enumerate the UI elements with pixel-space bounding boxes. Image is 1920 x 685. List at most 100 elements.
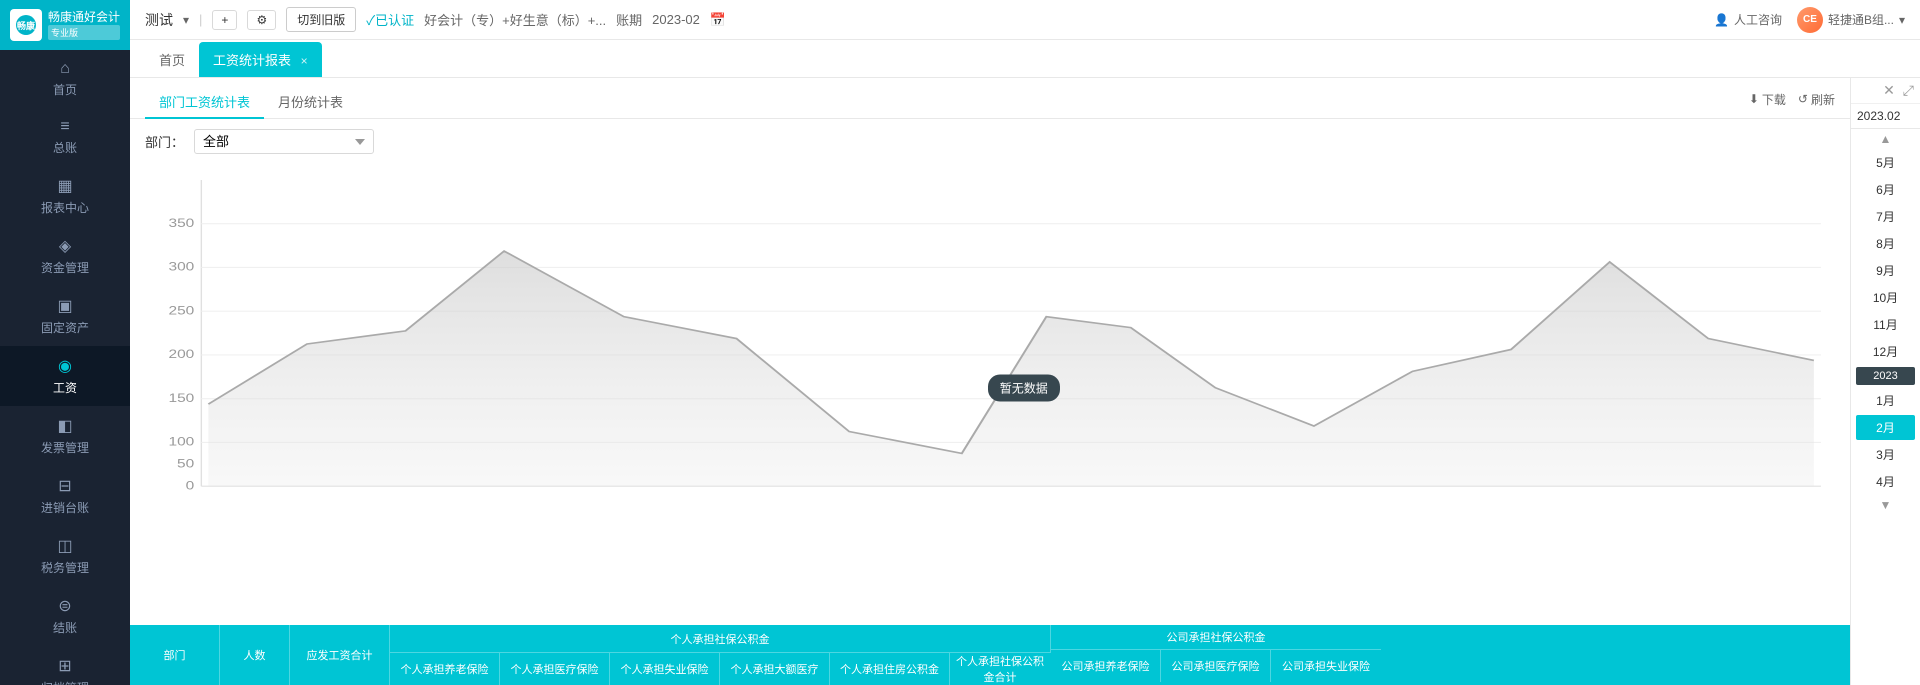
refresh-icon: ↺ [1798,92,1808,106]
content-area: 部门工资统计表 月份统计表 ⬇ 下载 ↺ 刷新 [130,78,1920,685]
invoice-icon: ◧ [57,416,72,436]
th-personal-pension: 个人承担养老保险 [390,653,500,685]
chart-container: 350 300 250 200 150 100 50 0 [145,169,1835,625]
sidebar-item-label: 进销台账 [41,499,89,516]
date-item-10[interactable]: 10月 [1851,284,1920,311]
archive-icon: ⊞ [58,656,71,676]
subtab-monthly[interactable]: 月份统计表 [264,86,357,119]
topbar: 测试 ▾ | + ⚙ 切到旧版 ✓已认证 好会计（专）+好生意（标）+... 账… [130,0,1920,40]
tabbar: 首页 工资统计报表 × [130,40,1920,78]
tab-home[interactable]: 首页 [145,42,199,77]
chart-svg: 350 300 250 200 150 100 50 0 [145,169,1835,519]
funds-icon: ◈ [59,236,71,256]
th-personal-unemployment: 个人承担失业保险 [610,653,720,685]
sidebar-item-assets[interactable]: ▣ 固定资产 [0,286,130,346]
sidebar-item-reports[interactable]: ▦ 报表中心 [0,166,130,226]
panel-expand-button[interactable]: ⤢ [1903,82,1914,99]
app-name: 畅康通好会计 [48,10,120,26]
period-label: 账期 [616,10,642,29]
home-icon: ⌂ [60,60,70,78]
date-item-9[interactable]: 9月 [1851,257,1920,284]
date-item-feb-active[interactable]: 2月 [1856,415,1915,440]
add-button[interactable]: + [212,10,237,30]
logo-icon: 畅康 [10,9,42,41]
project-dropdown[interactable]: ▾ [183,13,189,27]
sidebar-item-archive[interactable]: ⊞ 归档管理 [0,646,130,685]
panel-close-button[interactable]: ✕ [1883,82,1895,99]
table-header: 部门 人数 应发工资合计 个人承担社保公积金 个人承担养老保险 [130,625,1850,685]
date-item-jan[interactable]: 1月 [1851,387,1920,414]
tax-icon: ◫ [57,536,72,556]
switch-old-button[interactable]: 切到旧版 [286,7,356,32]
date-item-12[interactable]: 12月 [1851,338,1920,365]
sidebar-item-label: 固定资产 [41,319,89,336]
purchase-icon: ⊟ [58,476,71,496]
sidebar-item-close[interactable]: ⊜ 结账 [0,586,130,646]
sidebar-item-purchase[interactable]: ⊟ 进销台账 [0,466,130,526]
download-button[interactable]: ⬇ 下载 [1749,91,1786,108]
certified-badge: ✓已认证 [366,10,414,29]
svg-text:300: 300 [168,259,194,273]
date-nav-up[interactable]: ▲ [1851,129,1920,149]
svg-text:畅康: 畅康 [17,20,36,31]
sidebar-item-label: 归档管理 [41,679,89,685]
th-personal-major-medical: 个人承担大额医疗 [720,653,830,685]
topbar-right: 👤 人工咨询 CE 轻捷通B组... ▾ [1714,7,1905,33]
main-area: 测试 ▾ | + ⚙ 切到旧版 ✓已认证 好会计（专）+好生意（标）+... 账… [130,0,1920,685]
date-item-11[interactable]: 11月 [1851,311,1920,338]
reports-icon: ▦ [57,176,72,196]
svg-text:250: 250 [168,303,194,317]
date-item-6[interactable]: 6月 [1851,176,1920,203]
th-company-pension: 公司承担养老保险 [1051,650,1161,682]
date-nav-down[interactable]: ▼ [1851,495,1920,515]
th-personal-housing: 个人承担住房公积金 [830,653,950,685]
date-header: 2023.02 [1851,104,1920,129]
app-edition: 专业版 [48,25,120,40]
chart-tooltip: 暂无数据 [988,374,1060,401]
date-item-7[interactable]: 7月 [1851,203,1920,230]
up-arrow-icon: ▲ [1880,132,1892,146]
sidebar-item-home[interactable]: ⌂ 首页 [0,50,130,108]
right-date-panel: ✕ ⤢ 2023.02 ▲ 5月 6月 7月 8月 9月 [1850,78,1920,685]
calendar-icon[interactable]: 📅 [710,12,726,28]
svg-text:0: 0 [186,478,195,492]
sidebar-nav: ⌂ 首页 ≡ 总账 ▦ 报表中心 ◈ 资金管理 ▣ 固定资产 ◉ 工资 ◧ 发票… [0,50,130,685]
table-header-top-row: 部门 人数 应发工资合计 个人承担社保公积金 个人承担养老保险 [130,625,1850,653]
sidebar-item-label: 工资 [53,379,77,396]
user-menu[interactable]: CE 轻捷通B组... ▾ [1797,7,1905,33]
sidebar: 畅康 畅康通好会计 专业版 ⌂ 首页 ≡ 总账 ▦ 报表中心 ◈ 资金管理 ▣ … [0,0,130,685]
date-item-apr[interactable]: 4月 [1851,468,1920,495]
tab-home-label: 首页 [159,53,185,68]
subtab-list: 部门工资统计表 月份统计表 [145,86,357,118]
project-name: 测试 [145,10,173,30]
sidebar-item-salary[interactable]: ◉ 工资 [0,346,130,406]
th-group-company: 公司承担社保公积金 公司承担养老保险 公司承担医疗保险 公司承担失业保险 [1051,625,1381,653]
date-display: 2023.02 [1857,109,1900,123]
date-item-5[interactable]: 5月 [1851,149,1920,176]
date-item-8[interactable]: 8月 [1851,230,1920,257]
refresh-button[interactable]: ↺ 刷新 [1798,91,1835,108]
th-company-unemployment: 公司承担失业保险 [1271,650,1381,682]
tab-salary-report[interactable]: 工资统计报表 × [199,42,322,77]
consult-button[interactable]: 👤 人工咨询 [1714,11,1782,28]
svg-text:50: 50 [177,456,195,470]
chart-wrapper: 350 300 250 200 150 100 50 0 [130,164,1850,625]
sidebar-item-funds[interactable]: ◈ 资金管理 [0,226,130,286]
dept-filter-select[interactable]: 全部 财务部 销售部 技术部 行政部 [194,129,374,154]
sidebar-item-label: 总账 [53,139,77,156]
sidebar-item-ledger[interactable]: ≡ 总账 [0,108,130,166]
settings-button[interactable]: ⚙ [247,10,276,30]
svg-text:100: 100 [168,434,194,448]
tab-close-icon[interactable]: × [301,54,308,68]
subtab-dept[interactable]: 部门工资统计表 [145,86,264,119]
sidebar-item-label: 结账 [53,619,77,636]
avatar: CE [1797,7,1823,33]
sidebar-item-label: 资金管理 [41,259,89,276]
th-count: 人数 [220,625,290,685]
date-item-mar[interactable]: 3月 [1851,441,1920,468]
salary-icon: ◉ [58,356,72,376]
sidebar-item-invoice[interactable]: ◧ 发票管理 [0,406,130,466]
sidebar-item-tax[interactable]: ◫ 税务管理 [0,526,130,586]
down-arrow-icon: ▼ [1880,498,1892,512]
download-icon: ⬇ [1749,92,1759,106]
